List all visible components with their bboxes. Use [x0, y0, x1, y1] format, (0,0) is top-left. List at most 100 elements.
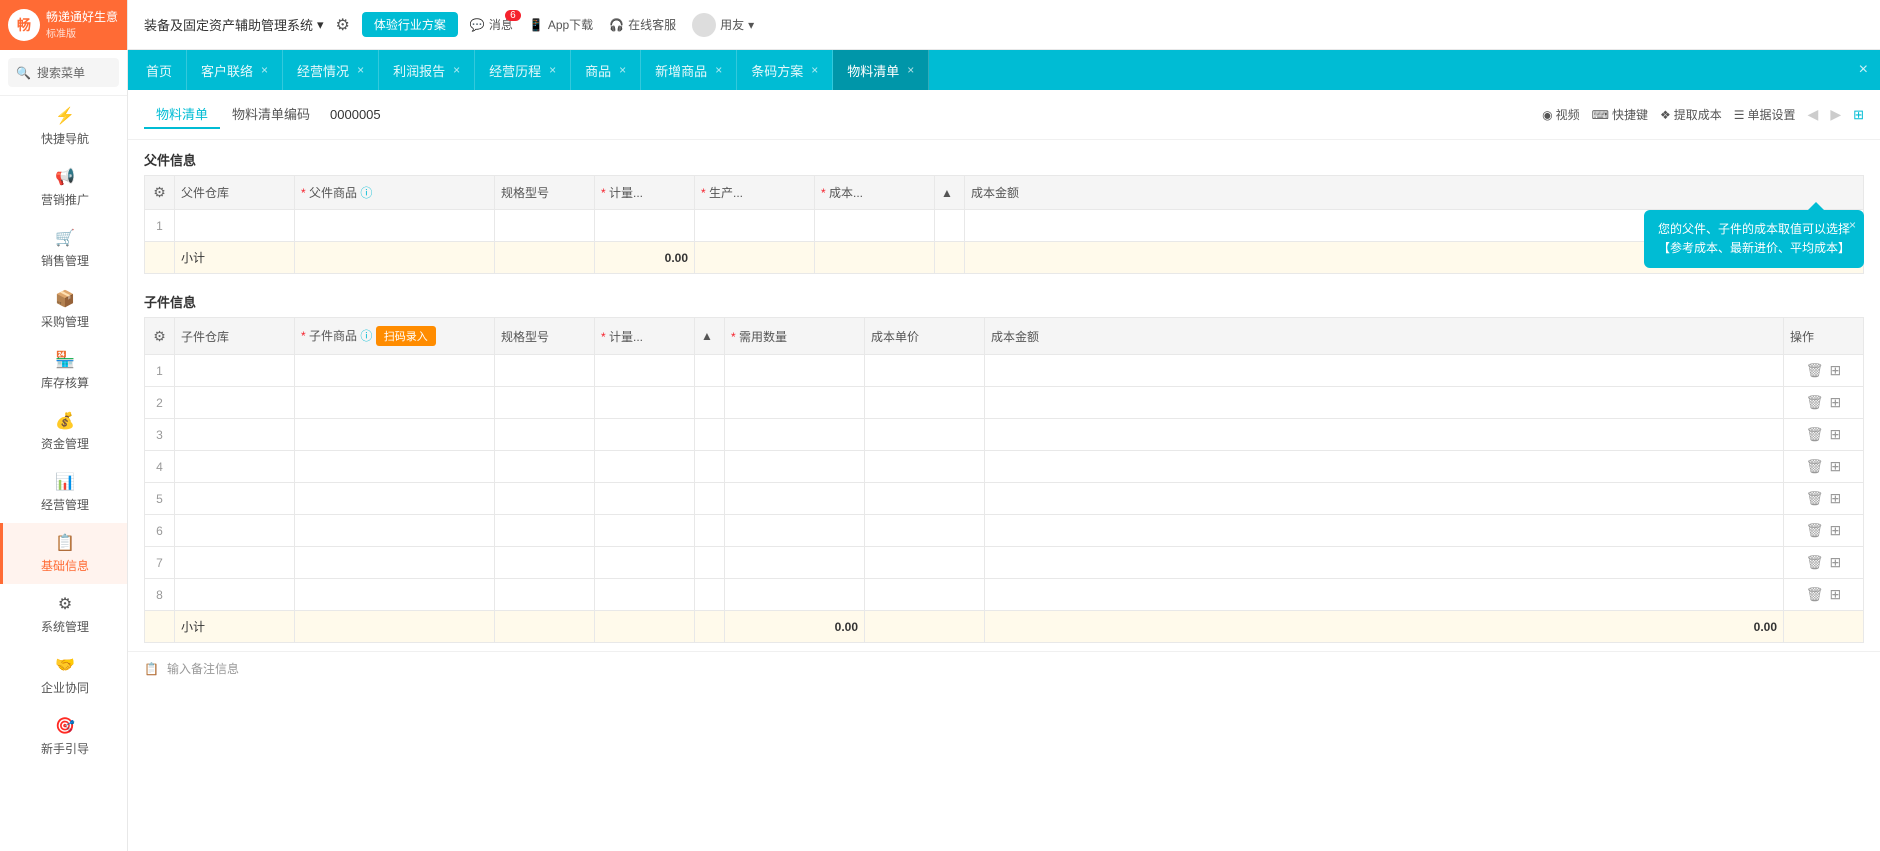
- search-menu-button[interactable]: 🔍 搜索菜单: [8, 58, 119, 87]
- delete-icon-6[interactable]: 🗑: [1806, 522, 1824, 539]
- child-row-2-spec[interactable]: [495, 387, 595, 419]
- sidebar-item-purchase[interactable]: 📦 采购管理: [0, 279, 127, 340]
- nav-tab-close-barcode[interactable]: ×: [811, 63, 818, 77]
- child-row-7-quantity[interactable]: [725, 547, 865, 579]
- copy-icon-5[interactable]: ⊞: [1830, 490, 1842, 507]
- sidebar-item-inventory[interactable]: 🏪 库存核算: [0, 340, 127, 401]
- sidebar-item-marketing[interactable]: 📢 营销推广: [0, 157, 127, 218]
- copy-icon-6[interactable]: ⊞: [1830, 522, 1842, 539]
- sidebar-item-operations[interactable]: 📊 经营管理: [0, 462, 127, 523]
- child-row-5-warehouse[interactable]: [175, 483, 295, 515]
- child-row-8-product[interactable]: [295, 579, 495, 611]
- close-all-tabs-button[interactable]: ×: [1851, 61, 1876, 79]
- child-row-2-unit-cost[interactable]: [865, 387, 985, 419]
- nav-tab-operations-history[interactable]: 经营历程×: [475, 50, 571, 90]
- message-action[interactable]: 💬 消息 6: [470, 16, 513, 33]
- child-row-5-unit-cost[interactable]: [865, 483, 985, 515]
- child-row-3-spec[interactable]: [495, 419, 595, 451]
- copy-icon-7[interactable]: ⊞: [1830, 554, 1842, 571]
- nav-tab-close-products[interactable]: ×: [619, 63, 626, 77]
- system-selector[interactable]: 装备及固定资产辅助管理系统 ▾: [144, 15, 324, 34]
- user-menu[interactable]: 用友 ▾: [692, 13, 754, 37]
- child-row-5-product[interactable]: [295, 483, 495, 515]
- delete-icon-3[interactable]: 🗑: [1806, 426, 1824, 443]
- view-action[interactable]: ◉ 视频: [1542, 106, 1580, 123]
- sidebar-item-quick-nav[interactable]: ⚡ 快捷导航: [0, 96, 127, 157]
- search-area[interactable]: 🔍 搜索菜单: [0, 50, 127, 96]
- parent-row-1-production[interactable]: [695, 210, 815, 242]
- child-row-3-product[interactable]: [295, 419, 495, 451]
- child-row-3-unit-cost[interactable]: [865, 419, 985, 451]
- copy-icon-4[interactable]: ⊞: [1830, 458, 1842, 475]
- delete-icon-1[interactable]: 🗑: [1806, 362, 1824, 379]
- sidebar-item-guide[interactable]: 🎯 新手引导: [0, 706, 127, 767]
- copy-icon-3[interactable]: ⊞: [1830, 426, 1842, 443]
- child-row-7-product[interactable]: [295, 547, 495, 579]
- sidebar-item-basic-info[interactable]: 📋 基础信息: [0, 523, 127, 584]
- child-row-3-warehouse[interactable]: [175, 419, 295, 451]
- sidebar-item-enterprise[interactable]: 🤝 企业协同: [0, 645, 127, 706]
- child-row-1-quantity[interactable]: [725, 355, 865, 387]
- scan-button[interactable]: 扫码录入: [376, 326, 436, 346]
- child-row-2-product[interactable]: [295, 387, 495, 419]
- child-row-2-quantity[interactable]: [725, 387, 865, 419]
- child-row-8-warehouse[interactable]: [175, 579, 295, 611]
- child-row-4-warehouse[interactable]: [175, 451, 295, 483]
- nav-tab-profit-report[interactable]: 利润报告×: [379, 50, 475, 90]
- nav-tab-close-bom[interactable]: ×: [907, 63, 914, 77]
- nav-tab-bom[interactable]: 物料清单×: [833, 50, 929, 90]
- child-row-6-spec[interactable]: [495, 515, 595, 547]
- child-row-7-unit-cost[interactable]: [865, 547, 985, 579]
- child-row-1-warehouse[interactable]: [175, 355, 295, 387]
- parent-row-1-cost[interactable]: [815, 210, 935, 242]
- shortcuts-action[interactable]: ⌨ 快捷键: [1592, 106, 1648, 123]
- child-row-4-unit-cost[interactable]: [865, 451, 985, 483]
- parent-row-1-product[interactable]: [295, 210, 495, 242]
- child-row-8-quantity[interactable]: [725, 579, 865, 611]
- child-row-6-unit[interactable]: [595, 515, 695, 547]
- copy-icon-1[interactable]: ⊞: [1830, 362, 1842, 379]
- copy-icon-8[interactable]: ⊞: [1830, 586, 1842, 603]
- nav-tab-close-operations-history[interactable]: ×: [549, 63, 556, 77]
- delete-icon-5[interactable]: 🗑: [1806, 490, 1824, 507]
- parent-row-1-warehouse[interactable]: [175, 210, 295, 242]
- child-row-2-warehouse[interactable]: [175, 387, 295, 419]
- child-row-8-unit-cost[interactable]: [865, 579, 985, 611]
- child-row-7-warehouse[interactable]: [175, 547, 295, 579]
- child-row-8-spec[interactable]: [495, 579, 595, 611]
- prev-icon[interactable]: ◀: [1808, 106, 1819, 123]
- delete-icon-8[interactable]: 🗑: [1806, 586, 1824, 603]
- child-row-8-unit[interactable]: [595, 579, 695, 611]
- child-row-6-product[interactable]: [295, 515, 495, 547]
- child-row-1-spec[interactable]: [495, 355, 595, 387]
- child-row-4-quantity[interactable]: [725, 451, 865, 483]
- online-service-action[interactable]: 🎧 在线客服: [609, 16, 676, 33]
- child-row-6-unit-cost[interactable]: [865, 515, 985, 547]
- nav-tab-products[interactable]: 商品×: [571, 50, 641, 90]
- sidebar-item-finance[interactable]: 💰 资金管理: [0, 401, 127, 462]
- child-row-5-unit[interactable]: [595, 483, 695, 515]
- sub-tab-bom-list[interactable]: 物料清单: [144, 100, 220, 129]
- app-download-action[interactable]: 📱 App下载: [529, 16, 593, 33]
- child-row-5-spec[interactable]: [495, 483, 595, 515]
- nav-tab-close-profit-report[interactable]: ×: [453, 63, 460, 77]
- parent-col-settings[interactable]: ⚙: [145, 176, 175, 210]
- nav-tab-new-products[interactable]: 新增商品×: [641, 50, 737, 90]
- sidebar-item-system[interactable]: ⚙ 系统管理: [0, 584, 127, 645]
- tooltip-close-icon[interactable]: ×: [1849, 216, 1856, 235]
- sidebar-item-sales[interactable]: 🛒 销售管理: [0, 218, 127, 279]
- nav-tab-customer[interactable]: 客户联络×: [187, 50, 283, 90]
- child-row-4-unit[interactable]: [595, 451, 695, 483]
- child-row-7-unit[interactable]: [595, 547, 695, 579]
- gear-icon[interactable]: ⚙: [336, 15, 350, 35]
- child-row-4-spec[interactable]: [495, 451, 595, 483]
- delete-icon-7[interactable]: 🗑: [1806, 554, 1824, 571]
- sub-tab-bom-code[interactable]: 物料清单编码: [220, 100, 322, 129]
- nav-tab-home[interactable]: 首页: [132, 50, 187, 90]
- child-row-2-unit[interactable]: [595, 387, 695, 419]
- nav-tab-barcode[interactable]: 条码方案×: [737, 50, 833, 90]
- child-col-settings[interactable]: ⚙: [145, 318, 175, 355]
- nav-tab-close-new-products[interactable]: ×: [715, 63, 722, 77]
- next-icon[interactable]: ▶: [1830, 106, 1841, 123]
- cost-action[interactable]: ❖ 提取成本: [1660, 106, 1722, 123]
